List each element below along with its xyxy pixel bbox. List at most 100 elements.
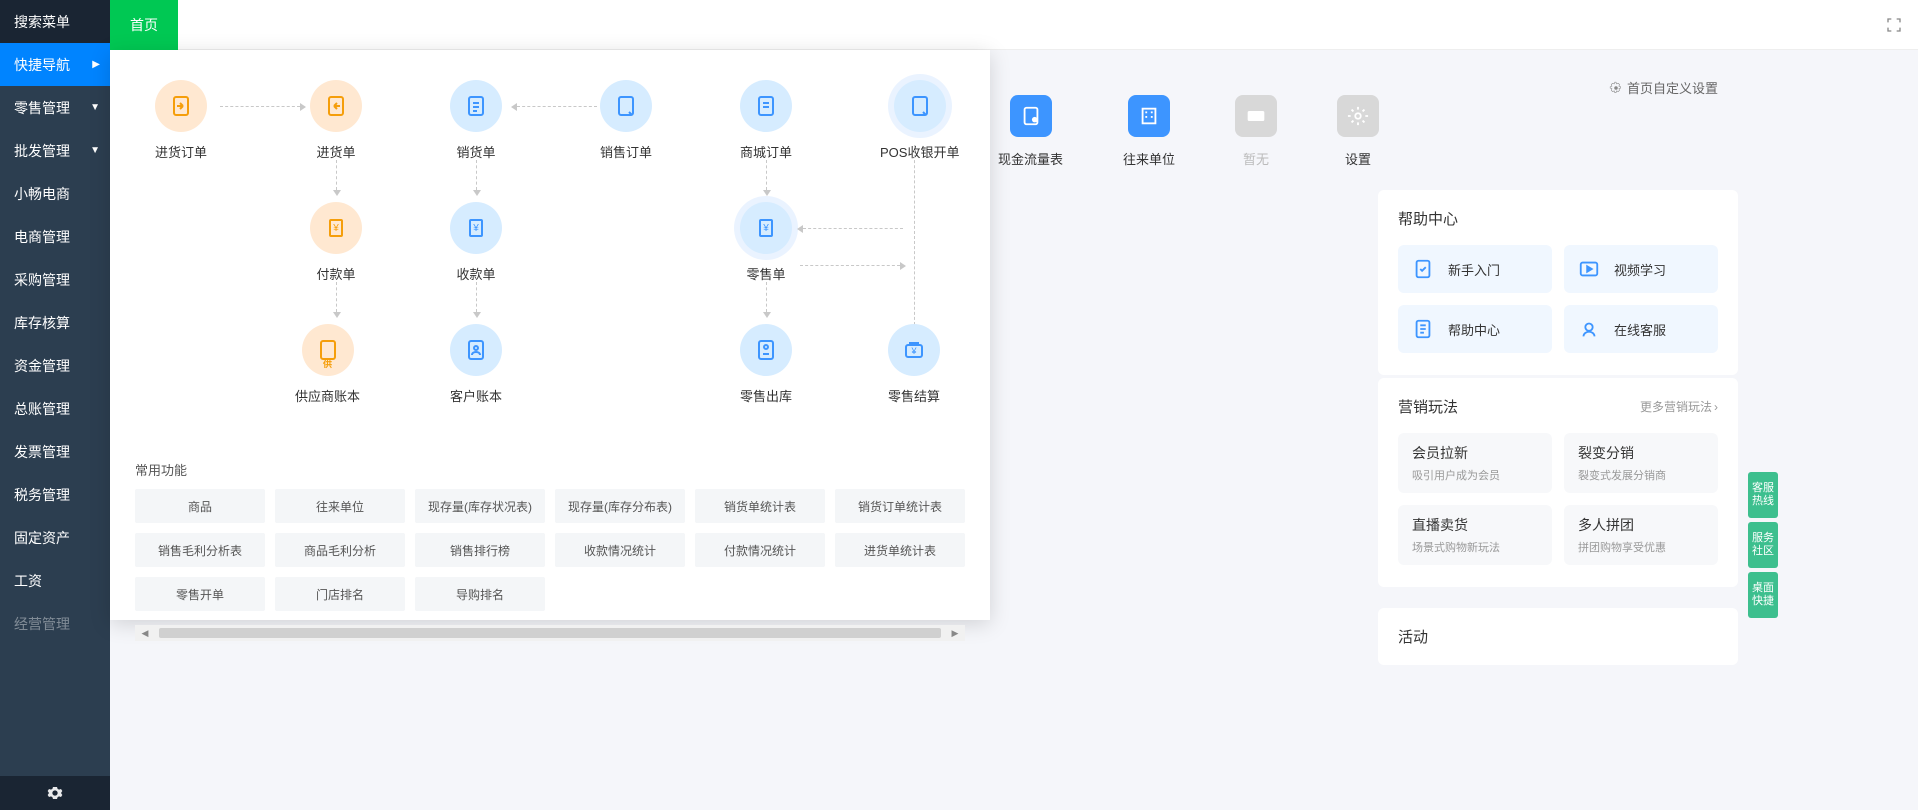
common-btn-sales-stats[interactable]: 销货单统计表	[695, 489, 825, 523]
sidebar-item-purchase[interactable]: 采购管理	[0, 258, 110, 301]
scroll-left-button[interactable]: ◀	[135, 625, 155, 641]
sidebar-item-salary[interactable]: 工资	[0, 559, 110, 602]
sidebar-item-fixedasset[interactable]: 固定资产	[0, 516, 110, 559]
horizontal-scrollbar[interactable]: ◀ ▶	[135, 625, 965, 641]
sidebar-item-invoice[interactable]: 发票管理	[0, 430, 110, 473]
common-btn-sales-order-stats[interactable]: 销货订单统计表	[835, 489, 965, 523]
node-label: 销货单	[456, 142, 495, 161]
node-receipt-bill[interactable]: ¥ 收款单	[450, 202, 502, 283]
node-sales-order[interactable]: 销售订单	[600, 80, 652, 161]
more-label: 更多营销玩法	[1640, 398, 1712, 415]
marketing-item-live[interactable]: 直播卖货 场景式购物新玩法	[1398, 505, 1552, 565]
fullscreen-button[interactable]	[1882, 13, 1906, 37]
help-item-video[interactable]: 视频学习	[1564, 245, 1718, 293]
topbar: 首页	[110, 0, 1918, 50]
common-btn-stock-status[interactable]: 现存量(库存状况表)	[415, 489, 545, 523]
shortcut-label: 设置	[1345, 149, 1371, 168]
shortcut-contacts[interactable]: 往来单位	[1123, 95, 1175, 168]
common-functions-title: 常用功能	[135, 460, 965, 479]
common-btn-contacts[interactable]: 往来单位	[275, 489, 405, 523]
svg-text:¥: ¥	[332, 223, 339, 234]
gear-icon	[47, 785, 63, 801]
float-btn-desktop[interactable]: 桌面快捷	[1748, 572, 1778, 618]
node-pos-cashier[interactable]: POS收银开单	[880, 80, 959, 161]
sidebar: 搜索菜单 快捷导航 ▶ 零售管理 ▼ 批发管理 ▼ 小畅电商 电商管理 采购管理…	[0, 0, 110, 810]
common-btn-purchase-stats[interactable]: 进货单统计表	[835, 533, 965, 567]
sidebar-search[interactable]: 搜索菜单	[0, 0, 110, 43]
node-retail-outbound[interactable]: 零售出库	[740, 324, 792, 405]
common-btn-receipt-stats[interactable]: 收款情况统计	[555, 533, 685, 567]
customize-label: 首页自定义设置	[1627, 78, 1718, 97]
marketing-item-desc: 裂变式发展分销商	[1578, 467, 1704, 483]
common-btn-gross-profit[interactable]: 销售毛利分析表	[135, 533, 265, 567]
arrow-icon	[800, 265, 900, 266]
common-btn-product-profit[interactable]: 商品毛利分析	[275, 533, 405, 567]
marketing-item-desc: 拼团购物享受优惠	[1578, 539, 1704, 555]
activity-title: 活动	[1398, 626, 1718, 647]
node-label: 付款单	[316, 264, 355, 283]
common-btn-product[interactable]: 商品	[135, 489, 265, 523]
shortcut-label: 往来单位	[1123, 149, 1175, 168]
arrow-icon	[336, 160, 337, 190]
sidebar-item-retail[interactable]: 零售管理 ▼	[0, 86, 110, 129]
sidebar-settings[interactable]	[0, 776, 110, 810]
common-btn-store-rank[interactable]: 门店排名	[275, 577, 405, 611]
float-btn-community[interactable]: 服务社区	[1748, 522, 1778, 568]
sidebar-item-label: 快捷导航	[14, 55, 70, 75]
arrow-icon	[766, 282, 767, 312]
common-btn-sales-rank[interactable]: 销售排行榜	[415, 533, 545, 567]
node-supplier-book[interactable]: 供 供应商账本	[295, 324, 360, 405]
marketing-item-group[interactable]: 多人拼团 拼团购物享受优惠	[1564, 505, 1718, 565]
shortcut-settings[interactable]: 设置	[1337, 95, 1379, 168]
book-icon: 供	[302, 324, 354, 376]
common-btn-guide-rank[interactable]: 导购排名	[415, 577, 545, 611]
node-label: 销售订单	[600, 142, 652, 161]
float-btn-hotline[interactable]: 客服热线	[1748, 472, 1778, 518]
topbar-tab-home[interactable]: 首页	[110, 0, 178, 50]
gear-icon	[1337, 95, 1379, 137]
sidebar-item-ecommerce1[interactable]: 小畅电商	[0, 172, 110, 215]
sidebar-item-wholesale[interactable]: 批发管理 ▼	[0, 129, 110, 172]
scroll-right-button[interactable]: ▶	[945, 625, 965, 641]
quicknav-flyout: 进货订单 进货单 销货单 销售订单 商城订单 POS收银开单	[110, 50, 990, 620]
node-retail-settle[interactable]: ¥ 零售结算	[888, 324, 940, 405]
node-label: 客户账本	[450, 386, 502, 405]
node-purchase-bill[interactable]: 进货单	[310, 80, 362, 161]
topbar-right	[1882, 13, 1918, 37]
sidebar-item-quicknav[interactable]: 快捷导航 ▶	[0, 43, 110, 86]
sidebar-item-label: 税务管理	[14, 485, 70, 505]
help-panel: 帮助中心 新手入门 视频学习 帮助中心 在线客服	[1378, 190, 1738, 375]
common-btn-retail-open[interactable]: 零售开单	[135, 577, 265, 611]
help-item-beginner[interactable]: 新手入门	[1398, 245, 1552, 293]
sidebar-item-finance[interactable]: 资金管理	[0, 344, 110, 387]
help-item-service[interactable]: 在线客服	[1564, 305, 1718, 353]
common-btn-stock-dist[interactable]: 现存量(库存分布表)	[555, 489, 685, 523]
sidebar-item-ops[interactable]: 经营管理	[0, 602, 110, 645]
cashflow-icon	[1010, 95, 1052, 137]
marketing-item-title: 多人拼团	[1578, 515, 1704, 535]
marketing-item-member[interactable]: 会员拉新 吸引用户成为会员	[1398, 433, 1552, 493]
node-customer-book[interactable]: 客户账本	[450, 324, 502, 405]
shortcut-cashflow[interactable]: 现金流量表	[998, 95, 1063, 168]
scroll-thumb[interactable]	[159, 628, 941, 638]
marketing-item-fission[interactable]: 裂变分销 裂变式发展分销商	[1564, 433, 1718, 493]
sidebar-item-ledger[interactable]: 总账管理	[0, 387, 110, 430]
sidebar-item-label: 发票管理	[14, 442, 70, 462]
node-sales-bill[interactable]: 销货单	[450, 80, 502, 161]
receipt-icon: ¥	[450, 202, 502, 254]
shortcut-none[interactable]: 暂无	[1235, 95, 1277, 168]
marketing-more-link[interactable]: 更多营销玩法 ›	[1640, 398, 1718, 415]
common-btn-payment-stats[interactable]: 付款情况统计	[695, 533, 825, 567]
sidebar-item-label: 资金管理	[14, 356, 70, 376]
sidebar-item-ecommerce2[interactable]: 电商管理	[0, 215, 110, 258]
node-payment-bill[interactable]: ¥ 付款单	[310, 202, 362, 283]
customize-homepage-link[interactable]: 首页自定义设置	[1609, 78, 1718, 97]
sidebar-item-label: 小畅电商	[14, 184, 70, 204]
node-retail-bill[interactable]: ¥ 零售单	[740, 202, 792, 283]
document-icon	[1412, 258, 1434, 280]
sidebar-item-inventory[interactable]: 库存核算	[0, 301, 110, 344]
node-purchase-order[interactable]: 进货订单	[155, 80, 207, 161]
sidebar-item-tax[interactable]: 税务管理	[0, 473, 110, 516]
node-mall-order[interactable]: 商城订单	[740, 80, 792, 161]
help-item-center[interactable]: 帮助中心	[1398, 305, 1552, 353]
